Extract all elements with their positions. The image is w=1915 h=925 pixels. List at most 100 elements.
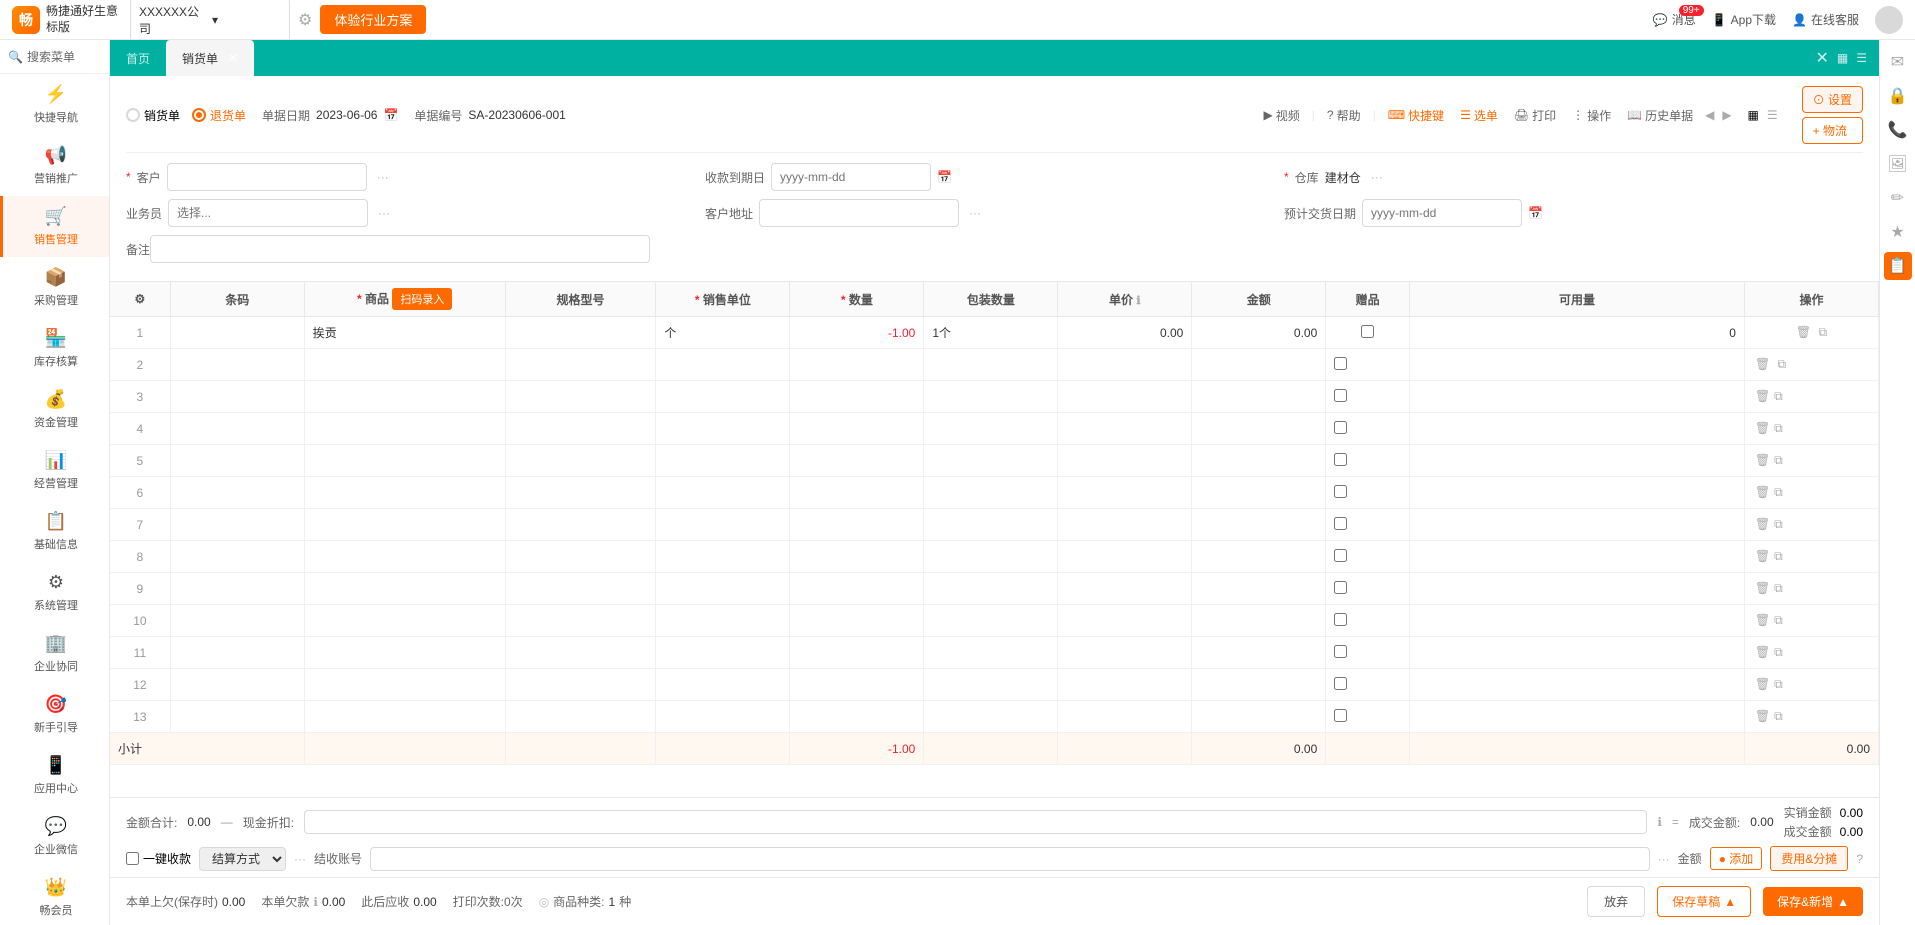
row-price[interactable] bbox=[1058, 637, 1192, 669]
row-gift[interactable] bbox=[1326, 637, 1410, 669]
sidebar-item-inventory[interactable]: 🏪 库存核算 bbox=[0, 318, 109, 379]
row-goods[interactable]: 挨贡 bbox=[304, 317, 505, 349]
copy-icon[interactable]: ⧉ bbox=[1774, 389, 1783, 403]
right-tool-phone[interactable]: 📞 bbox=[1884, 116, 1912, 144]
row-pack-qty[interactable] bbox=[924, 381, 1058, 413]
row-barcode[interactable] bbox=[170, 381, 304, 413]
row-unit[interactable]: 个 bbox=[656, 317, 790, 349]
nav-prev-icon[interactable]: ◀ bbox=[1705, 108, 1714, 122]
copy-icon[interactable]: ⧉ bbox=[1774, 549, 1783, 563]
row-goods[interactable] bbox=[304, 477, 505, 509]
delete-icon[interactable]: 🗑 bbox=[1755, 677, 1770, 691]
row-spec[interactable] bbox=[505, 317, 656, 349]
tab-close-all-icon[interactable]: ✕ bbox=[1815, 48, 1828, 68]
remark-input[interactable] bbox=[150, 235, 650, 263]
video-btn[interactable]: ▶ 视频 bbox=[1260, 105, 1304, 126]
row-amount[interactable] bbox=[1192, 573, 1326, 605]
delete-icon[interactable]: 🗑 bbox=[1755, 485, 1770, 499]
delete-icon[interactable]: 🗑 bbox=[1755, 613, 1770, 627]
shortcut-btn[interactable]: ⌨ 快捷键 bbox=[1384, 105, 1448, 126]
customer-addr-input[interactable] bbox=[759, 199, 959, 227]
row-price[interactable] bbox=[1058, 477, 1192, 509]
row-spec[interactable] bbox=[505, 669, 656, 701]
right-tool-star[interactable]: ★ bbox=[1884, 218, 1912, 246]
online-support-btn[interactable]: 👤 在线客服 bbox=[1792, 11, 1859, 28]
row-qty[interactable] bbox=[790, 541, 924, 573]
gift-checkbox[interactable] bbox=[1334, 517, 1347, 530]
expense-btn[interactable]: 费用&分摊 bbox=[1770, 846, 1848, 871]
delete-icon[interactable]: 🗑 bbox=[1755, 517, 1770, 531]
row-price[interactable] bbox=[1058, 541, 1192, 573]
row-pack-qty[interactable] bbox=[924, 477, 1058, 509]
gift-checkbox[interactable] bbox=[1334, 421, 1347, 434]
row-unit[interactable] bbox=[656, 477, 790, 509]
row-unit[interactable] bbox=[656, 573, 790, 605]
row-qty[interactable] bbox=[790, 637, 924, 669]
row-barcode[interactable] bbox=[170, 445, 304, 477]
row-pack-qty[interactable] bbox=[924, 669, 1058, 701]
row-barcode[interactable] bbox=[170, 349, 304, 381]
row-goods[interactable] bbox=[304, 349, 505, 381]
row-spec[interactable] bbox=[505, 573, 656, 605]
row-spec[interactable] bbox=[505, 541, 656, 573]
row-barcode[interactable] bbox=[170, 669, 304, 701]
row-pack-qty[interactable] bbox=[924, 541, 1058, 573]
gift-checkbox[interactable] bbox=[1361, 325, 1374, 338]
row-gift[interactable] bbox=[1326, 669, 1410, 701]
save-draft-button[interactable]: 保存草稿 ▲ bbox=[1657, 886, 1751, 917]
row-gift[interactable] bbox=[1326, 317, 1410, 349]
row-pack-qty[interactable] bbox=[924, 413, 1058, 445]
row-unit[interactable] bbox=[656, 637, 790, 669]
row-amount[interactable]: 0.00 bbox=[1192, 317, 1326, 349]
tab-home[interactable]: 首页 bbox=[110, 40, 166, 76]
row-goods[interactable] bbox=[304, 605, 505, 637]
customer-more-icon[interactable]: ··· bbox=[377, 170, 389, 184]
row-unit[interactable] bbox=[656, 413, 790, 445]
print-btn[interactable]: 🖨 打印 bbox=[1510, 105, 1560, 126]
delete-icon[interactable]: 🗑 bbox=[1755, 357, 1770, 371]
delete-icon[interactable]: 🗑 bbox=[1755, 709, 1770, 723]
row-price[interactable] bbox=[1058, 413, 1192, 445]
sidebar-item-quick-nav[interactable]: ⚡ 快捷导航 bbox=[0, 74, 109, 135]
trial-button[interactable]: 体验行业方案 bbox=[320, 5, 426, 34]
row-pack-qty[interactable] bbox=[924, 573, 1058, 605]
right-tool-orange[interactable]: 📋 bbox=[1884, 252, 1912, 280]
row-gift[interactable] bbox=[1326, 381, 1410, 413]
gift-checkbox[interactable] bbox=[1334, 677, 1347, 690]
salesperson-input[interactable] bbox=[168, 199, 368, 227]
row-spec[interactable] bbox=[505, 445, 656, 477]
row-spec[interactable] bbox=[505, 413, 656, 445]
row-amount[interactable] bbox=[1192, 701, 1326, 733]
row-pack-qty[interactable] bbox=[924, 349, 1058, 381]
right-tool-edit[interactable]: ✏ bbox=[1884, 184, 1912, 212]
save-new-button[interactable]: 保存&新增 ▲ bbox=[1763, 887, 1863, 916]
row-price[interactable]: 0.00 bbox=[1058, 317, 1192, 349]
copy-icon[interactable]: ⧉ bbox=[1774, 613, 1783, 627]
salesperson-more-icon[interactable]: ··· bbox=[378, 206, 390, 220]
copy-icon[interactable]: ⧉ bbox=[1778, 357, 1787, 371]
discount-input[interactable] bbox=[304, 810, 1647, 834]
row-gift[interactable] bbox=[1326, 509, 1410, 541]
gift-checkbox[interactable] bbox=[1334, 645, 1347, 658]
row-spec[interactable] bbox=[505, 349, 656, 381]
copy-icon[interactable]: ⧉ bbox=[1818, 325, 1827, 339]
row-spec[interactable] bbox=[505, 381, 656, 413]
expected-date-input[interactable] bbox=[1362, 199, 1522, 227]
settings-button[interactable]: ⊙ 设置 bbox=[1802, 86, 1863, 113]
row-qty[interactable] bbox=[790, 605, 924, 637]
receipt-calendar-icon[interactable]: 📅 bbox=[937, 170, 952, 184]
tab-sales-order[interactable]: 销货单 ✕ bbox=[166, 40, 254, 76]
scan-btn[interactable]: 扫码录入 bbox=[392, 288, 452, 310]
row-price[interactable] bbox=[1058, 349, 1192, 381]
copy-icon[interactable]: ⧉ bbox=[1774, 453, 1783, 467]
delete-icon[interactable]: 🗑 bbox=[1796, 325, 1811, 339]
sidebar-item-system[interactable]: ⚙ 系统管理 bbox=[0, 562, 109, 623]
sidebar-item-enterprise[interactable]: 🏢 企业协同 bbox=[0, 623, 109, 684]
row-goods[interactable] bbox=[304, 701, 505, 733]
gift-checkbox[interactable] bbox=[1334, 357, 1347, 370]
row-price[interactable] bbox=[1058, 701, 1192, 733]
tab-list-icon[interactable]: ☰ bbox=[1856, 51, 1867, 65]
row-goods[interactable] bbox=[304, 637, 505, 669]
row-goods[interactable] bbox=[304, 445, 505, 477]
row-barcode[interactable] bbox=[170, 573, 304, 605]
